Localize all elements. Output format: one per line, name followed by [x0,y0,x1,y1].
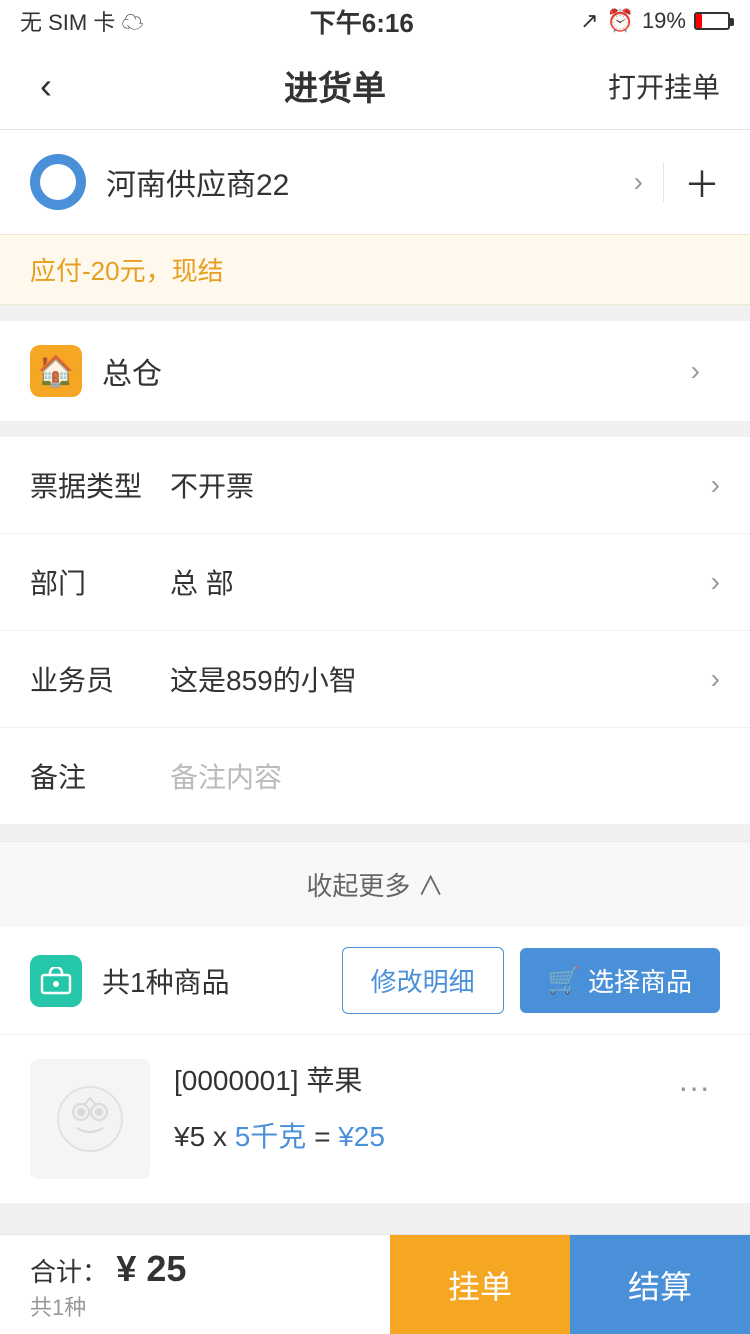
signal-text: 无 SIM 卡 ☁ [20,5,143,37]
product-more-button[interactable]: ··· [668,1059,720,1116]
price-equals: = [314,1121,338,1152]
price-total: ¥25 [338,1121,385,1152]
status-left: 无 SIM 卡 ☁ [20,5,143,37]
product-item: [0000001] 苹果 ¥5 x 5千克 = ¥25 ··· [0,1035,750,1203]
price-multiply: x [213,1121,235,1152]
checkout-button[interactable]: 结算 [570,1235,750,1334]
supplier-name: 河南供应商22 [106,160,634,204]
products-section: 共1种商品 修改明细 🛒 选择商品 [0000001] 苹果 [0,927,750,1203]
sales-rep-label: 业务员 [30,659,170,699]
total-section: 合计： ¥ 25 共1种 [0,1248,390,1322]
remark-input[interactable]: 备注内容 [170,756,720,796]
invoice-type-row[interactable]: 票据类型 不开票 › [0,437,750,534]
select-product-button[interactable]: 🛒 选择商品 [520,948,720,1013]
price-quantity: 5千克 [235,1121,307,1152]
open-pending-button[interactable]: 打开挂单 [608,66,720,106]
collapse-more-button[interactable]: 收起更多 ∧ [0,841,750,927]
product-name: [0000001] 苹果 [174,1059,668,1099]
nav-bar: ‹ 进货单 打开挂单 [0,42,750,130]
alarm-icon: ⏰ [607,8,634,34]
sales-rep-row[interactable]: 业务员 这是859的小智 › [0,631,750,728]
status-time: 下午6:16 [310,3,414,40]
product-thumbnail [30,1059,150,1179]
hang-order-button[interactable]: 挂单 [390,1235,570,1334]
invoice-type-chevron: › [711,469,720,501]
warehouse-row[interactable]: 🏠 总仓 › [0,321,750,421]
warehouse-name: 总仓 [102,349,691,393]
total-value: ¥ 25 [116,1248,186,1289]
warehouse-chevron: › [691,355,700,387]
location-icon: ↗ [580,8,598,34]
bottom-bar: 合计： ¥ 25 共1种 挂单 结算 [0,1234,750,1334]
remark-label: 备注 [30,756,170,796]
sales-rep-value: 这是859的小智 [170,659,711,699]
battery-icon [694,12,730,30]
product-title: 苹果 [306,1065,362,1096]
supplier-row[interactable]: 河南供应商22 › ＋ [0,130,750,234]
alert-banner: 应付-20元，现结 [0,234,750,305]
price-base: ¥5 [174,1121,205,1152]
edit-detail-button[interactable]: 修改明细 [342,947,504,1014]
department-value: 总 部 [170,562,711,602]
warehouse-icon: 🏠 [30,345,82,397]
product-info: [0000001] 苹果 ¥5 x 5千克 = ¥25 [174,1059,668,1155]
remark-row[interactable]: 备注 备注内容 [0,728,750,825]
add-supplier-button[interactable]: ＋ [684,156,720,208]
department-chevron: › [711,566,720,598]
supplier-chevron: › [634,166,643,198]
form-section: 票据类型 不开票 › 部门 总 部 › 业务员 这是859的小智 › 备注 备注… [0,437,750,825]
product-id: [0000001] [174,1065,299,1096]
supplier-avatar [30,154,86,210]
products-icon [30,955,82,1007]
products-count: 共1种商品 [102,961,342,1001]
total-label: 合计： [30,1257,108,1287]
page-title: 进货单 [284,61,386,110]
cart-icon: 🛒 [548,965,580,996]
products-header: 共1种商品 修改明细 🛒 选择商品 [0,927,750,1035]
department-label: 部门 [30,562,170,602]
divider [663,162,664,202]
avatar-inner [40,164,76,200]
status-bar: 无 SIM 卡 ☁ 下午6:16 ↗ ⏰ 19% [0,0,750,42]
invoice-type-label: 票据类型 [30,465,170,505]
battery-text: 19% [642,8,686,34]
total-count: 共1种 [30,1290,360,1322]
department-row[interactable]: 部门 总 部 › [0,534,750,631]
status-right: ↗ ⏰ 19% [580,8,730,34]
supplier-section: 河南供应商22 › ＋ 应付-20元，现结 [0,130,750,305]
warehouse-section: 🏠 总仓 › [0,321,750,421]
product-price: ¥5 x 5千克 = ¥25 [174,1115,668,1155]
total-amount: 合计： ¥ 25 [30,1248,360,1290]
sales-rep-chevron: › [711,663,720,695]
invoice-type-value: 不开票 [170,465,711,505]
back-button[interactable]: ‹ [30,55,62,117]
